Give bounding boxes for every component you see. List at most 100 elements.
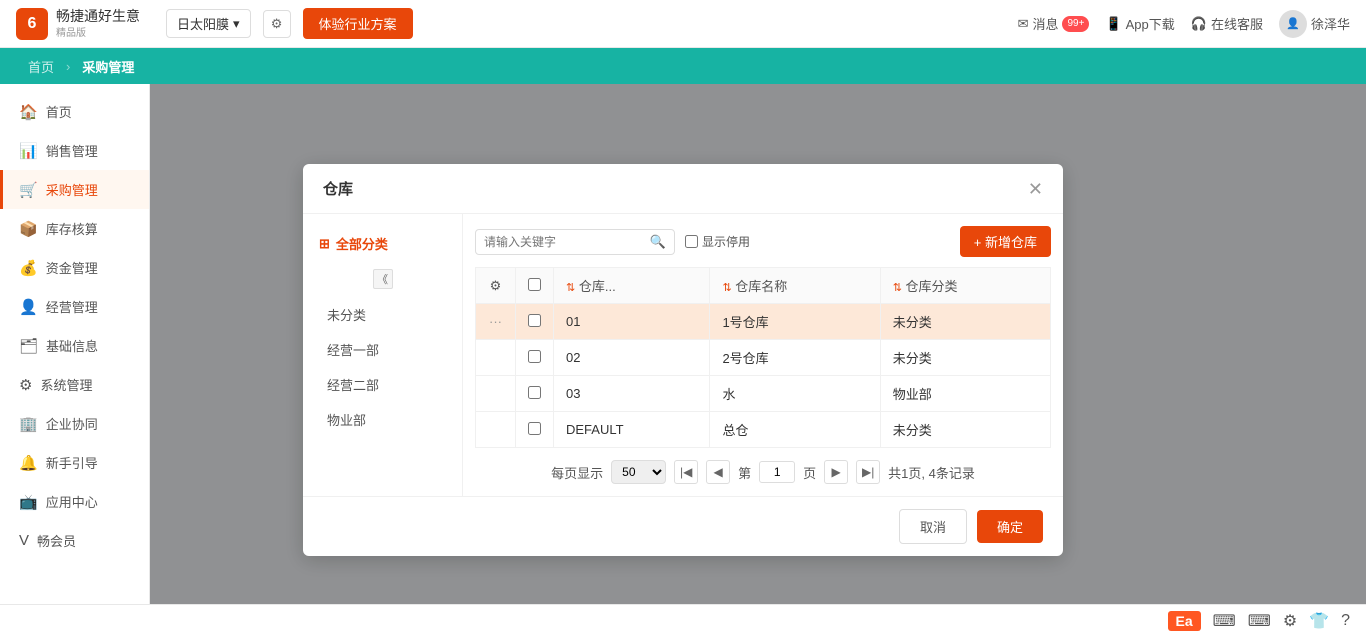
sort-icon: ⇅	[566, 282, 575, 294]
row-checkbox-1[interactable]	[516, 304, 554, 340]
settings-button[interactable]: ⚙	[263, 10, 291, 38]
user-menu[interactable]: 👤 徐泽华	[1279, 10, 1350, 38]
store-selector[interactable]: 日太阳膜 ▾	[166, 9, 251, 38]
header-middle: 日太阳膜 ▾ ⚙ 体验行业方案	[166, 8, 1018, 39]
category-item-ops1[interactable]: 经营一部	[303, 332, 462, 367]
pagination: 每页显示 50 20 100 |◀ ◀ 第 页 ▶ ▶| 共1页, 4条记录	[475, 460, 1051, 484]
sidebar-item-operations[interactable]: 👤 经营管理	[0, 287, 149, 326]
row-category-4: 未分类	[880, 412, 1050, 448]
row-settings-1[interactable]: ···	[476, 304, 516, 340]
search-icon[interactable]: 🔍	[650, 234, 666, 250]
sidebar-item-purchase[interactable]: 🛒 采购管理	[0, 170, 149, 209]
table-row[interactable]: 03 水 物业部	[476, 376, 1051, 412]
row-code-1: 01	[554, 304, 710, 340]
sidebar-item-home[interactable]: 🏠 首页	[0, 92, 149, 131]
col-settings[interactable]: ⚙	[476, 268, 516, 304]
guide-icon: 🔔	[19, 454, 38, 472]
row-settings-2[interactable]	[476, 340, 516, 376]
sidebar-item-app-center[interactable]: 📺 应用中心	[0, 482, 149, 521]
warehouse-table: ⚙ ⇅ 仓库... ⇅ 仓库名称 ⇅	[475, 267, 1051, 448]
row-name-2: 2号仓库	[710, 340, 880, 376]
category-item-ops2[interactable]: 经营二部	[303, 367, 462, 402]
bottom-bar: Ea ⌨ ⌨ ⚙ 👕 ?	[0, 604, 1366, 636]
search-input[interactable]	[484, 235, 650, 249]
show-disabled-checkbox[interactable]	[685, 235, 698, 248]
sidebar-item-sales[interactable]: 📊 销售管理	[0, 131, 149, 170]
input-icon[interactable]: ⌨	[1213, 611, 1236, 631]
sort-icon-name: ⇅	[722, 282, 731, 294]
sidebar-item-system[interactable]: ⚙ 系统管理	[0, 365, 149, 404]
basic-icon: 🗂	[19, 337, 38, 355]
sidebar-item-enterprise[interactable]: 🏢 企业协同	[0, 404, 149, 443]
more-btn-1[interactable]: ···	[489, 314, 502, 329]
messages-button[interactable]: ✉ 消息 99+	[1018, 14, 1090, 33]
table-row[interactable]: DEFAULT 总仓 未分类	[476, 412, 1051, 448]
question-icon[interactable]: ?	[1341, 612, 1350, 630]
table-row[interactable]: ··· 01 1号仓库 未分类	[476, 304, 1051, 340]
category-panel: ⊞ 全部分类 《 未分类 经营一部 经营二部 物业部	[303, 214, 463, 496]
headset-icon: 🎧	[1191, 16, 1207, 32]
row-name-3: 水	[710, 376, 880, 412]
page-input[interactable]	[759, 461, 795, 483]
category-item-property[interactable]: 物业部	[303, 402, 462, 437]
chevron-down-icon: ▾	[233, 16, 240, 32]
last-page-button[interactable]: ▶|	[856, 460, 880, 484]
per-page-select[interactable]: 50 20 100	[611, 460, 666, 484]
prev-page-button[interactable]: ◀	[706, 460, 730, 484]
per-page-label: 每页显示	[551, 463, 603, 482]
col-name[interactable]: ⇅ 仓库名称	[710, 268, 880, 304]
sidebar-item-guide[interactable]: 🔔 新手引导	[0, 443, 149, 482]
row-checkbox-3[interactable]	[516, 376, 554, 412]
sidebar-item-finance[interactable]: 💰 资金管理	[0, 248, 149, 287]
collapse-button[interactable]: 《	[373, 269, 393, 289]
purchase-icon: 🛒	[19, 181, 38, 199]
select-all-checkbox[interactable]	[528, 278, 541, 291]
logo-text: 畅捷通好生意	[56, 8, 140, 25]
table-toolbar: 🔍 显示停用 + 新增仓库	[475, 226, 1051, 257]
grid-icon: ⊞	[319, 236, 330, 252]
page-label: 第	[738, 463, 751, 482]
row-category-1: 未分类	[880, 304, 1050, 340]
col-category[interactable]: ⇅ 仓库分类	[880, 268, 1050, 304]
confirm-button[interactable]: 确定	[977, 510, 1043, 543]
trial-button[interactable]: 体验行业方案	[303, 8, 413, 39]
search-input-wrap: 🔍	[475, 229, 675, 255]
system-icon: ⚙	[19, 376, 32, 394]
sidebar-item-basic[interactable]: 🗂 基础信息	[0, 326, 149, 365]
keyboard-icon[interactable]: ⌨	[1248, 611, 1271, 631]
warehouse-modal: 仓库 ✕ ⊞ 全部分类 《 未分类 经营一部 经营二部 物业部	[303, 164, 1063, 556]
cancel-button[interactable]: 取消	[899, 509, 967, 544]
close-button[interactable]: ✕	[1028, 180, 1043, 198]
col-code[interactable]: ⇅ 仓库...	[554, 268, 710, 304]
modal-header: 仓库 ✕	[303, 164, 1063, 214]
service-button[interactable]: 🎧 在线客服	[1191, 14, 1263, 33]
row-code-3: 03	[554, 376, 710, 412]
row-checkbox-4[interactable]	[516, 412, 554, 448]
breadcrumb-home[interactable]: 首页	[16, 57, 66, 76]
first-page-button[interactable]: |◀	[674, 460, 698, 484]
next-page-button[interactable]: ▶	[824, 460, 848, 484]
row-code-4: DEFAULT	[554, 412, 710, 448]
sidebar: 🏠 首页 📊 销售管理 🛒 采购管理 📦 库存核算 💰 资金管理 👤 经营管理 …	[0, 84, 150, 636]
enterprise-icon: 🏢	[19, 415, 38, 433]
sidebar-item-vip[interactable]: V 畅会员	[0, 521, 149, 560]
col-checkbox	[516, 268, 554, 304]
all-category-item[interactable]: ⊞ 全部分类	[303, 226, 462, 261]
row-settings-4[interactable]	[476, 412, 516, 448]
add-warehouse-button[interactable]: + 新增仓库	[960, 226, 1051, 257]
row-checkbox-2[interactable]	[516, 340, 554, 376]
row-name-4: 总仓	[710, 412, 880, 448]
shirt-icon[interactable]: 👕	[1309, 611, 1329, 631]
breadcrumb-current[interactable]: 采购管理	[70, 57, 146, 76]
vip-icon: V	[19, 532, 29, 549]
app-download-button[interactable]: 📱 App下载	[1105, 14, 1174, 33]
sales-icon: 📊	[19, 142, 38, 160]
row-settings-3[interactable]	[476, 376, 516, 412]
settings-bottom-icon[interactable]: ⚙	[1283, 611, 1297, 631]
operations-icon: 👤	[19, 298, 38, 316]
row-category-2: 未分类	[880, 340, 1050, 376]
phone-icon: 📱	[1105, 16, 1121, 32]
sidebar-item-inventory[interactable]: 📦 库存核算	[0, 209, 149, 248]
table-row[interactable]: 02 2号仓库 未分类	[476, 340, 1051, 376]
category-item-unclassified[interactable]: 未分类	[303, 297, 462, 332]
